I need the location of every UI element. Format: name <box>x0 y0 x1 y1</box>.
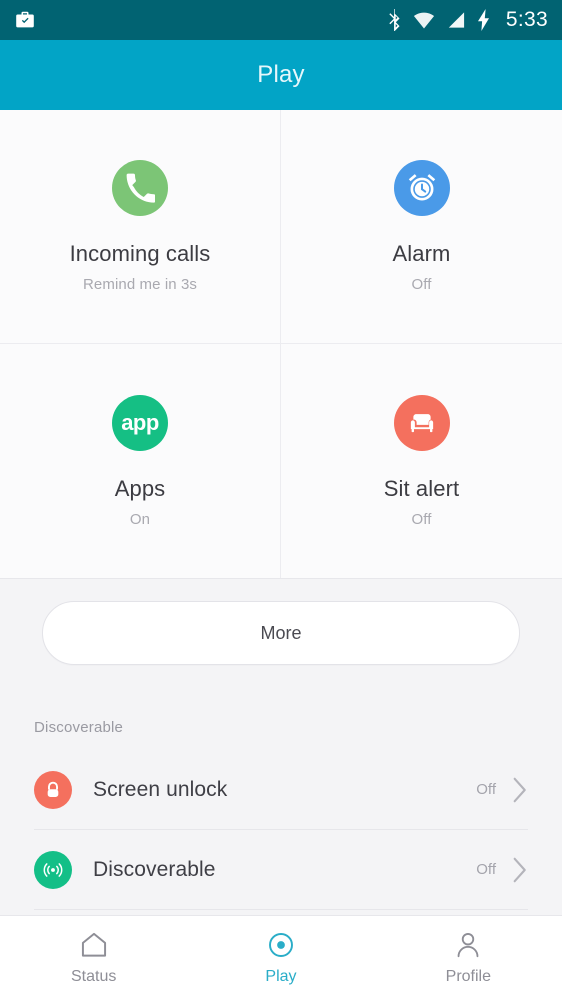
nav-item-play[interactable]: Play <box>187 916 374 1000</box>
app-bar: Play <box>0 40 562 110</box>
tile-incoming-calls[interactable]: Incoming calls Remind me in 3s <box>0 110 281 344</box>
chevron-right-icon[interactable] <box>512 777 528 803</box>
tile-title: Sit alert <box>383 475 460 501</box>
bluetooth-icon <box>389 9 400 31</box>
discoverable-list: Screen unlock Off Discoverable Off <box>16 750 546 910</box>
discoverable-section-label: Discoverable <box>34 719 124 736</box>
more-button[interactable]: More <box>42 601 520 665</box>
broadcast-waves-icon <box>43 862 63 877</box>
phone-icon-circle <box>112 160 168 216</box>
list-item-label: Screen unlock <box>93 777 228 801</box>
work-profile-icon <box>16 11 34 28</box>
page-title: Play <box>257 61 305 88</box>
padlock-icon <box>47 781 59 797</box>
nav-label: Status <box>70 967 117 985</box>
list-item-screen-unlock[interactable]: Screen unlock Off <box>34 750 528 830</box>
cellular-signal-icon <box>448 12 465 28</box>
padlock-icon-circle <box>34 770 72 809</box>
lower-panel: More Discoverable Screen unlock Off Disc… <box>0 578 562 915</box>
alarm-icon-circle <box>393 160 450 216</box>
status-bar-left-icons <box>14 9 36 31</box>
nav-item-profile[interactable]: Profile <box>375 916 562 1000</box>
home-icon <box>81 932 106 957</box>
sofa-icon-circle <box>393 394 450 451</box>
phone-icon <box>126 173 155 203</box>
tile-apps[interactable]: app Apps On <box>0 344 281 578</box>
chevron-right-icon[interactable] <box>512 857 528 883</box>
nav-item-status[interactable]: Status <box>0 916 187 1000</box>
tile-subtitle: Remind me in 3s <box>82 276 198 293</box>
tile-subtitle: Off <box>411 510 432 528</box>
charging-bolt-icon <box>477 9 489 31</box>
wifi-icon <box>413 12 435 29</box>
list-item-value: Off <box>476 861 496 878</box>
person-icon <box>457 932 479 957</box>
nav-label: Play <box>265 967 297 985</box>
sofa-icon <box>410 413 433 432</box>
play-dot-icon <box>269 932 293 957</box>
list-item-label: Discoverable <box>93 857 216 881</box>
tile-title: Incoming calls <box>69 241 211 266</box>
status-bar-right-icons: 5:33 <box>387 8 548 32</box>
tile-subtitle: On <box>129 510 151 528</box>
broadcast-waves-icon-circle <box>34 850 72 889</box>
bottom-navigation-bar: Status Play Profile <box>0 915 562 1000</box>
app-badge-icon-circle: app <box>112 394 168 451</box>
alarm-clock-icon <box>408 174 435 201</box>
tile-alarm[interactable]: Alarm Off <box>281 110 562 344</box>
list-item-discoverable[interactable]: Discoverable Off <box>34 830 528 910</box>
tile-title: Alarm <box>392 241 451 266</box>
tile-subtitle: Off <box>411 276 432 293</box>
app-screen: 5:33 Play Incoming calls Remind me in 3s <box>0 0 562 1000</box>
status-bar: 5:33 <box>0 0 562 40</box>
app-badge-icon: app <box>121 409 159 435</box>
status-bar-clock: 5:33 <box>505 8 548 31</box>
list-item-value: Off <box>476 781 496 798</box>
tile-title: Apps <box>114 475 166 501</box>
feature-tile-grid: Incoming calls Remind me in 3s Alarm Off… <box>0 110 562 578</box>
tile-sit-alert[interactable]: Sit alert Off <box>281 344 562 578</box>
nav-label: Profile <box>445 967 491 985</box>
